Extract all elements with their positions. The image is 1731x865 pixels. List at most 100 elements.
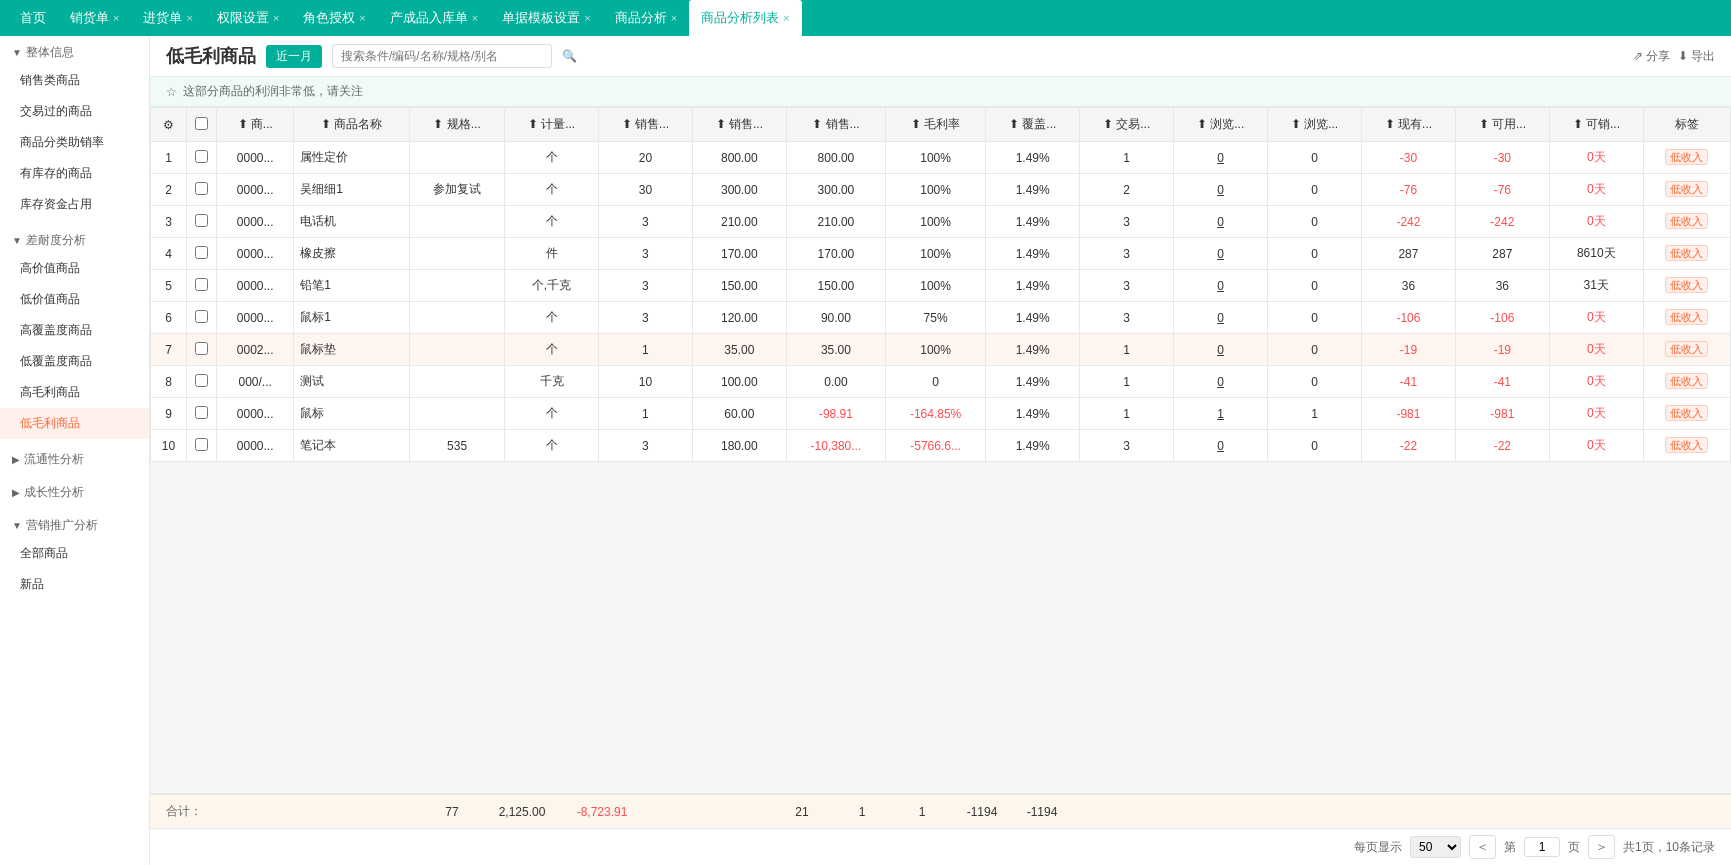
chevron-down-icon-2: ▼ <box>12 235 22 246</box>
sidebar-item-low-margin[interactable]: 低毛利商品 <box>0 408 149 439</box>
sidebar-item-traded-goods[interactable]: 交易过的商品 <box>0 96 149 127</box>
row-browse2: 0 <box>1268 302 1362 334</box>
row-stock: 287 <box>1361 238 1455 270</box>
filter-button[interactable]: 近一月 <box>266 45 322 68</box>
row-checkbox[interactable] <box>187 142 217 174</box>
table-header-row: ⚙ ⬆ 商... ⬆ 商品名称 ⬆ 规格... <box>151 108 1731 142</box>
sort-icon-gr[interactable]: ⬆ <box>911 117 921 131</box>
row-spec: 535 <box>410 430 505 462</box>
row-browse1[interactable]: 0 <box>1174 334 1268 366</box>
sidebar-item-low-coverage[interactable]: 低覆盖度商品 <box>0 346 149 377</box>
sidebar-item-high-margin[interactable]: 高毛利商品 <box>0 377 149 408</box>
nav-item-home[interactable]: 首页 <box>8 0 58 36</box>
nav-item-finished-goods[interactable]: 产成品入库单 × <box>378 0 490 36</box>
col-checkbox[interactable] <box>187 108 217 142</box>
nav-item-purchase[interactable]: 进货单 × <box>131 0 204 36</box>
nav-item-roles[interactable]: 角色授权 × <box>291 0 377 36</box>
col-settings[interactable]: ⚙ <box>151 108 187 142</box>
row-salable: 0天 <box>1549 302 1643 334</box>
prev-page-button[interactable]: ＜ <box>1469 835 1496 859</box>
row-profit: 75% <box>886 302 986 334</box>
search-icon[interactable]: 🔍 <box>562 49 577 63</box>
sort-icon-av[interactable]: ⬆ <box>1479 117 1489 131</box>
sort-icon-name[interactable]: ⬆ <box>321 117 331 131</box>
row-checkbox[interactable] <box>187 398 217 430</box>
row-browse1[interactable]: 0 <box>1174 430 1268 462</box>
close-finished-goods-icon[interactable]: × <box>472 12 478 24</box>
row-browse1[interactable]: 1 <box>1174 398 1268 430</box>
row-amount: 300.00 <box>786 174 885 206</box>
nav-item-templates[interactable]: 单据模板设置 × <box>490 0 602 36</box>
row-browse1[interactable]: 0 <box>1174 142 1268 174</box>
sort-icon-spec[interactable]: ⬆ <box>433 117 443 131</box>
sort-icon-sal[interactable]: ⬆ <box>1573 117 1583 131</box>
row-checkbox[interactable] <box>187 206 217 238</box>
per-page-select[interactable]: 50 20 100 <box>1410 836 1461 858</box>
row-unit: 个,千克 <box>505 270 599 302</box>
sidebar-item-low-value[interactable]: 低价值商品 <box>0 284 149 315</box>
row-browse2: 0 <box>1268 430 1362 462</box>
table-row: 6 0000... 鼠标1 个 3 120.00 90.00 75% 1.49%… <box>151 302 1731 334</box>
row-checkbox[interactable] <box>187 334 217 366</box>
sidebar-item-high-value[interactable]: 高价值商品 <box>0 253 149 284</box>
export-button[interactable]: ⬇ 导出 <box>1678 48 1715 65</box>
search-input[interactable] <box>332 44 552 68</box>
row-checkbox[interactable] <box>187 270 217 302</box>
row-browse1[interactable]: 0 <box>1174 174 1268 206</box>
row-browse1[interactable]: 0 <box>1174 206 1268 238</box>
row-checkbox[interactable] <box>187 430 217 462</box>
row-unit: 个 <box>505 398 599 430</box>
row-checkbox[interactable] <box>187 238 217 270</box>
select-all-checkbox[interactable] <box>195 117 208 130</box>
sidebar-item-high-coverage[interactable]: 高覆盖度商品 <box>0 315 149 346</box>
row-gross-rate: 1.49% <box>986 366 1080 398</box>
sort-icon-spr[interactable]: ⬆ <box>812 117 822 131</box>
row-browse1[interactable]: 0 <box>1174 366 1268 398</box>
sidebar-item-new-goods[interactable]: 新品 <box>0 569 149 600</box>
sort-icon-tr[interactable]: ⬆ <box>1103 117 1113 131</box>
sidebar-item-in-stock[interactable]: 有库存的商品 <box>0 158 149 189</box>
row-price: 35.00 <box>692 334 786 366</box>
sort-icon-b1[interactable]: ⬆ <box>1197 117 1207 131</box>
row-salable: 31天 <box>1549 270 1643 302</box>
row-browse1[interactable]: 0 <box>1174 270 1268 302</box>
share-button[interactable]: ⇗ 分享 <box>1633 48 1670 65</box>
close-roles-icon[interactable]: × <box>359 12 365 24</box>
nav-item-analysis-list[interactable]: 商品分析列表 × <box>689 0 801 36</box>
sidebar-item-capital[interactable]: 库存资金占用 <box>0 189 149 220</box>
close-sales-icon[interactable]: × <box>113 12 119 24</box>
close-purchase-icon[interactable]: × <box>186 12 192 24</box>
nav-item-permissions[interactable]: 权限设置 × <box>205 0 291 36</box>
row-browse1[interactable]: 0 <box>1174 302 1268 334</box>
settings-icon[interactable]: ⚙ <box>163 118 174 132</box>
row-available: -30 <box>1455 142 1549 174</box>
page-input[interactable] <box>1524 837 1560 857</box>
row-checkbox[interactable] <box>187 366 217 398</box>
col-unit: ⬆ 计量... <box>505 108 599 142</box>
next-page-button[interactable]: ＞ <box>1588 835 1615 859</box>
sidebar-item-all-goods[interactable]: 全部商品 <box>0 538 149 569</box>
close-permissions-icon[interactable]: × <box>273 12 279 24</box>
sort-icon[interactable]: ⬆ <box>238 117 248 131</box>
row-browse1[interactable]: 0 <box>1174 238 1268 270</box>
sort-icon-sq[interactable]: ⬆ <box>622 117 632 131</box>
sort-icon-cov[interactable]: ⬆ <box>1009 117 1019 131</box>
sidebar-group-growth-title: ▶ 成长性分析 <box>0 476 149 505</box>
nav-item-sales[interactable]: 销货单 × <box>58 0 131 36</box>
sort-icon-b2[interactable]: ⬆ <box>1291 117 1301 131</box>
row-browse2: 0 <box>1268 206 1362 238</box>
sort-icon-sp[interactable]: ⬆ <box>716 117 726 131</box>
close-analysis-icon[interactable]: × <box>671 12 677 24</box>
sort-icon-st[interactable]: ⬆ <box>1385 117 1395 131</box>
close-templates-icon[interactable]: × <box>584 12 590 24</box>
close-analysis-list-icon[interactable]: × <box>783 12 789 24</box>
row-name: 橡皮擦 <box>294 238 410 270</box>
col-code: ⬆ 商... <box>217 108 294 142</box>
notice-text: 这部分商品的利润非常低，请关注 <box>183 83 363 100</box>
sidebar-item-category-rate[interactable]: 商品分类助销率 <box>0 127 149 158</box>
row-checkbox[interactable] <box>187 302 217 334</box>
sort-icon-unit[interactable]: ⬆ <box>528 117 538 131</box>
nav-item-analysis[interactable]: 商品分析 × <box>603 0 689 36</box>
sidebar-item-sales-goods[interactable]: 销售类商品 <box>0 65 149 96</box>
row-checkbox[interactable] <box>187 174 217 206</box>
